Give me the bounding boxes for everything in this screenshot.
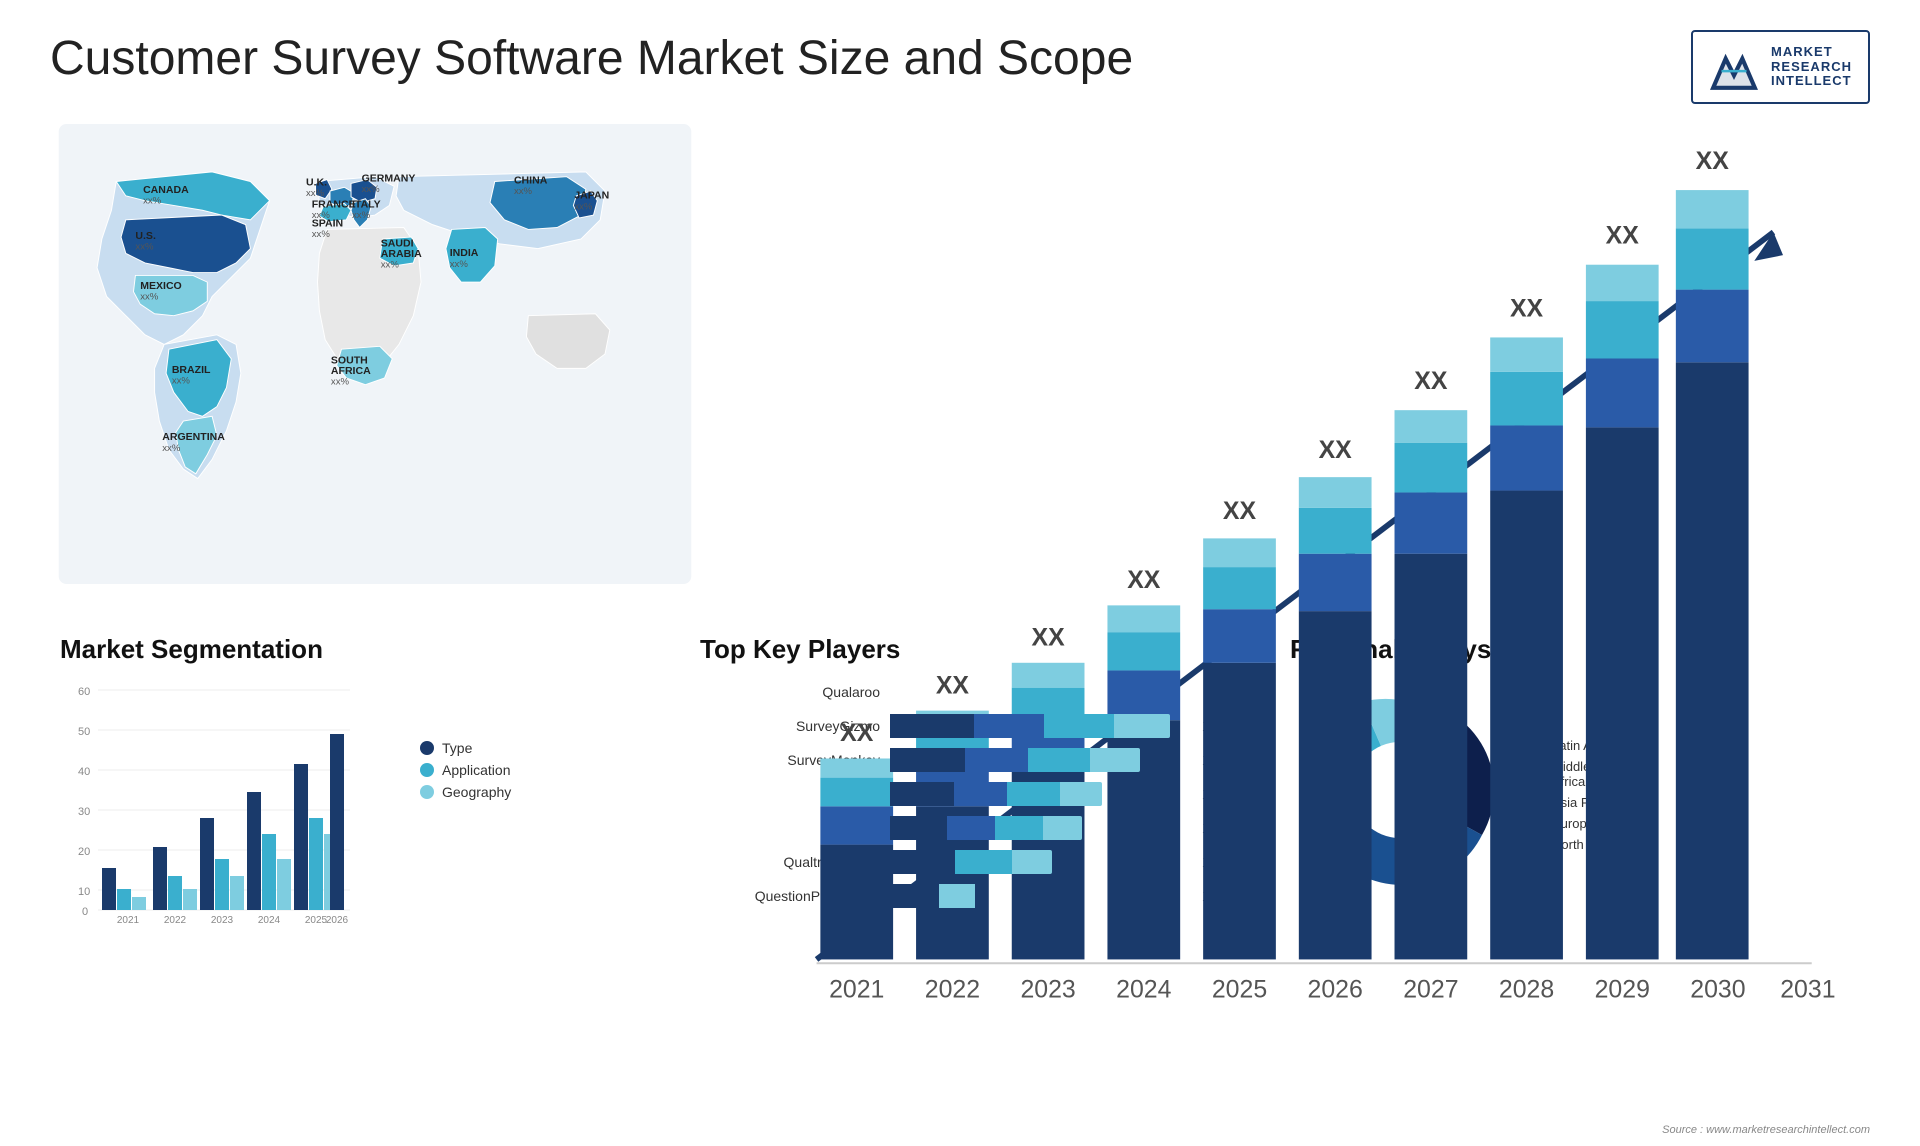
svg-text:xx%: xx%	[312, 229, 331, 240]
svg-text:xx%: xx%	[574, 201, 593, 212]
player-bar-survicate	[890, 816, 1185, 840]
svg-text:2022: 2022	[925, 976, 980, 1004]
svg-text:JAPAN: JAPAN	[574, 190, 609, 202]
world-map: CANADA xx% U.S. xx% MEXICO xx% BRAZIL xx…	[50, 124, 700, 584]
svg-text:CHINA: CHINA	[514, 174, 548, 186]
svg-text:xx%: xx%	[306, 188, 325, 199]
svg-text:ARABIA: ARABIA	[381, 248, 422, 260]
svg-text:xx%: xx%	[450, 259, 469, 270]
player-bar-surveygizmo	[890, 714, 1185, 738]
page-title: Customer Survey Software Market Size and…	[50, 30, 1133, 88]
svg-text:XX: XX	[1696, 147, 1730, 175]
map-section: CANADA xx% U.S. xx% MEXICO xx% BRAZIL xx…	[50, 124, 700, 1117]
svg-text:xx%: xx%	[162, 443, 181, 454]
player-bar-surveymonkey	[890, 748, 1185, 772]
svg-text:AFRICA: AFRICA	[331, 365, 371, 377]
svg-text:MEXICO: MEXICO	[140, 280, 182, 292]
svg-text:xx%: xx%	[172, 376, 191, 387]
svg-text:XX: XX	[1606, 222, 1640, 250]
svg-text:xx%: xx%	[362, 184, 381, 195]
svg-text:xx%: xx%	[514, 186, 533, 197]
player-bar-qualaroo	[890, 680, 1202, 704]
svg-text:xx%: xx%	[331, 377, 350, 388]
svg-text:2023: 2023	[1020, 976, 1075, 1004]
svg-text:xx%: xx%	[143, 196, 162, 207]
source-text: Source : www.marketresearchintellect.com	[1662, 1124, 1870, 1136]
logo-icon	[1709, 42, 1759, 92]
svg-text:2025: 2025	[1212, 976, 1267, 1004]
growth-chart-svg: XX XX XX XX	[740, 134, 1850, 1077]
svg-text:2031: 2031	[1780, 976, 1835, 1004]
player-bar-qualtrics	[890, 850, 1185, 874]
svg-text:2028: 2028	[1499, 976, 1554, 1004]
logo-container: MARKET RESEARCH INTELLECT	[1691, 30, 1870, 104]
svg-text:XX: XX	[840, 719, 874, 747]
svg-text:xx%: xx%	[135, 242, 154, 253]
svg-text:ITALY: ITALY	[352, 198, 381, 210]
svg-text:2029: 2029	[1595, 976, 1650, 1004]
svg-text:XX: XX	[1414, 367, 1448, 395]
logo-line1: MARKET	[1771, 45, 1852, 60]
svg-text:2021: 2021	[829, 976, 884, 1004]
svg-text:INDIA: INDIA	[450, 247, 479, 259]
player-bar-questionpro	[890, 884, 1185, 908]
svg-text:XX: XX	[1032, 624, 1066, 652]
svg-text:U.S.: U.S.	[135, 230, 156, 242]
svg-text:BRAZIL: BRAZIL	[172, 364, 211, 376]
player-bar-hubspot	[890, 782, 1185, 806]
svg-text:2026: 2026	[1308, 976, 1363, 1004]
svg-text:U.K.: U.K.	[306, 176, 327, 188]
logo-line2: RESEARCH	[1771, 60, 1852, 75]
header: Customer Survey Software Market Size and…	[50, 30, 1870, 104]
svg-text:xx%: xx%	[140, 291, 159, 302]
logo-text: MARKET RESEARCH INTELLECT	[1771, 45, 1852, 90]
svg-text:xx%: xx%	[381, 260, 400, 271]
svg-text:XX: XX	[1223, 497, 1257, 525]
svg-text:2030: 2030	[1690, 976, 1745, 1004]
growth-chart-section: XX XX XX XX	[720, 124, 1870, 1117]
svg-text:2024: 2024	[1116, 976, 1171, 1004]
svg-text:XX: XX	[1127, 566, 1161, 594]
svg-text:xx%: xx%	[352, 210, 371, 221]
svg-text:FRANCE: FRANCE	[312, 198, 356, 210]
svg-text:XX: XX	[1319, 436, 1353, 464]
svg-text:SPAIN: SPAIN	[312, 218, 343, 230]
svg-text:ARGENTINA: ARGENTINA	[162, 431, 225, 443]
svg-text:2027: 2027	[1403, 976, 1458, 1004]
logo-line3: INTELLECT	[1771, 74, 1852, 89]
page-container: Customer Survey Software Market Size and…	[0, 0, 1920, 1146]
svg-text:CANADA: CANADA	[143, 184, 189, 196]
svg-text:XX: XX	[1510, 294, 1544, 322]
svg-text:GERMANY: GERMANY	[362, 173, 416, 185]
